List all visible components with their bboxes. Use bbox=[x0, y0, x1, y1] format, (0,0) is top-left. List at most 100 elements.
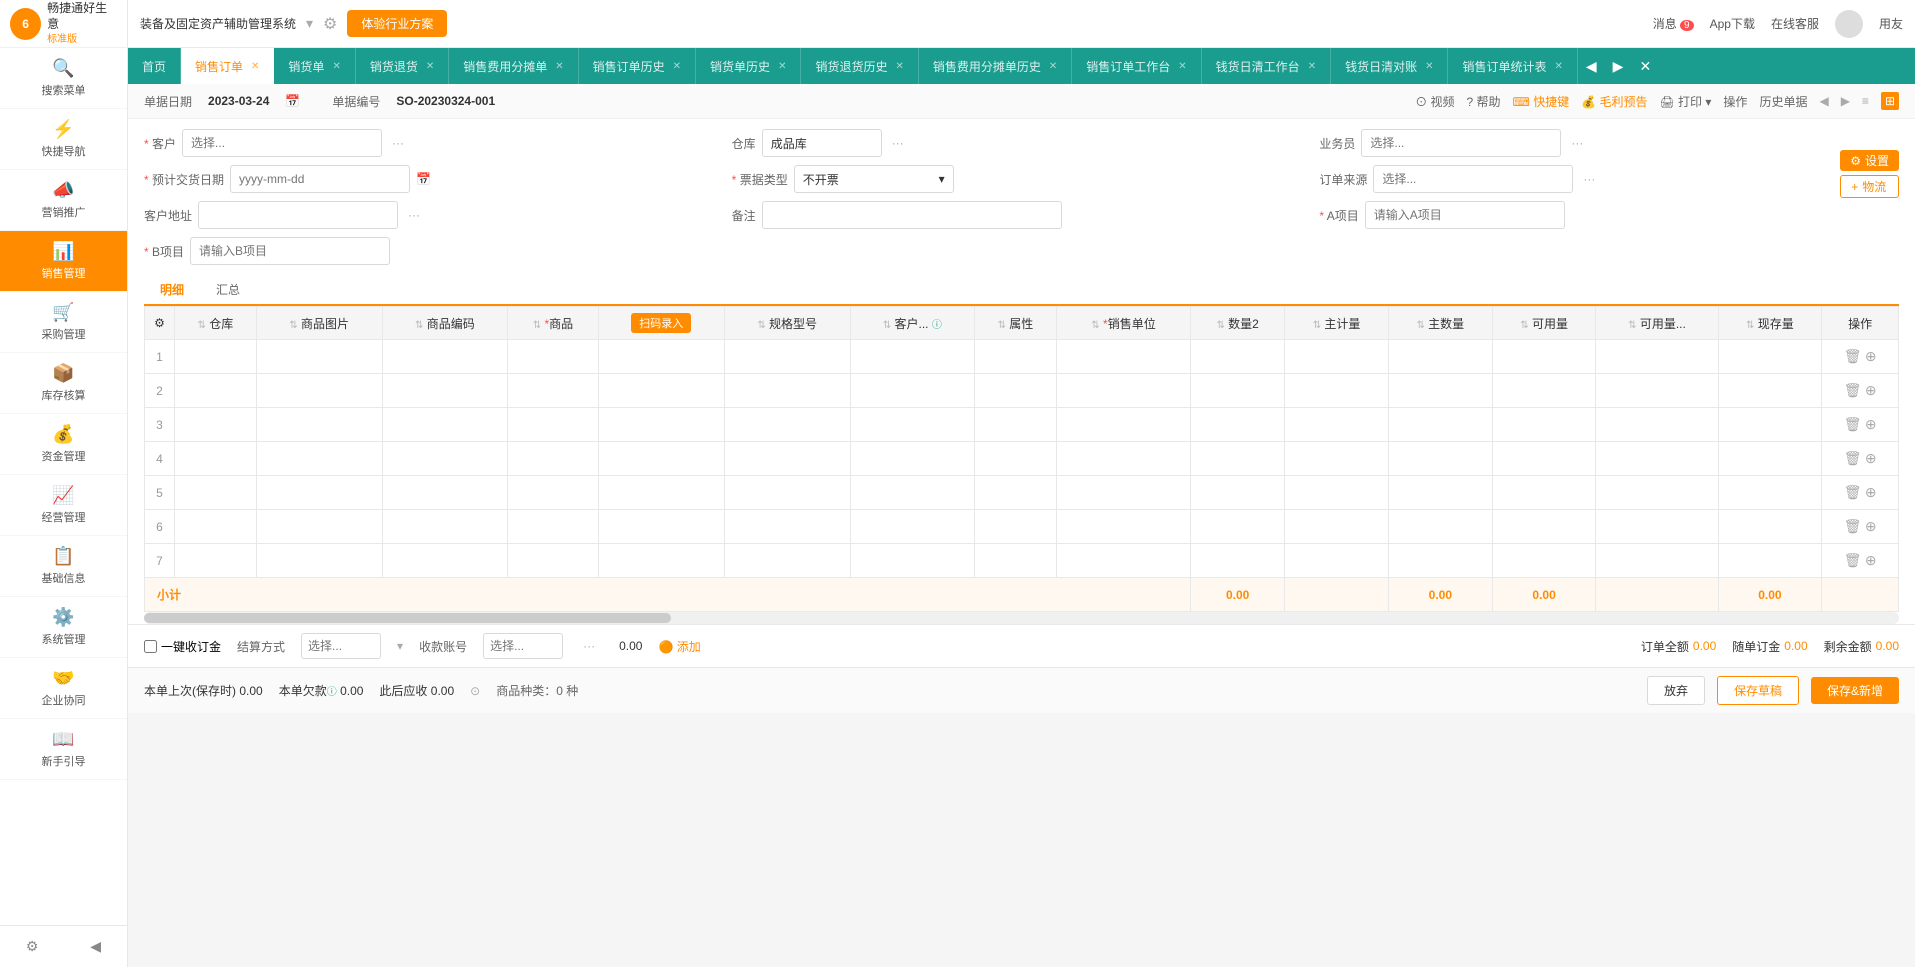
customer-address-more-btn[interactable]: ··· bbox=[408, 208, 420, 222]
row-cell[interactable] bbox=[1285, 476, 1389, 510]
row-cell[interactable] bbox=[975, 442, 1057, 476]
row-copy-icon[interactable]: ⊕ bbox=[1865, 484, 1877, 500]
row-cell[interactable] bbox=[256, 374, 382, 408]
tab-cash-workbench[interactable]: 钱货日清工作台 ✕ bbox=[1202, 48, 1331, 84]
scan-btn[interactable]: 扫码录入 bbox=[631, 313, 691, 333]
row-cell[interactable] bbox=[850, 442, 974, 476]
row-cell[interactable] bbox=[1718, 510, 1822, 544]
invoice-type-select[interactable]: 不开票 ▾ bbox=[794, 165, 954, 193]
tab-close-fee-split[interactable]: ✕ bbox=[555, 61, 563, 72]
warehouse-select[interactable]: 成品库 bbox=[762, 129, 882, 157]
row-cell[interactable] bbox=[1388, 442, 1492, 476]
discard-btn[interactable]: 放弃 bbox=[1647, 676, 1705, 705]
row-cell[interactable] bbox=[1285, 374, 1389, 408]
row-cell[interactable] bbox=[724, 408, 850, 442]
row-cell[interactable] bbox=[508, 442, 598, 476]
row-cell[interactable] bbox=[508, 408, 598, 442]
sidebar-item-purchase[interactable]: 🛒 采购管理 bbox=[0, 292, 127, 353]
sidebar-item-base[interactable]: 📋 基础信息 bbox=[0, 536, 127, 597]
warehouse-more-btn[interactable]: ··· bbox=[892, 136, 904, 150]
row-cell[interactable] bbox=[175, 476, 257, 510]
panel-tab-detail[interactable]: 明细 bbox=[144, 275, 200, 306]
add-goods-btn[interactable]: + 物流 bbox=[1840, 175, 1899, 198]
row-cell[interactable] bbox=[975, 510, 1057, 544]
row-cell[interactable] bbox=[382, 476, 508, 510]
sidebar-item-finance[interactable]: 💰 资金管理 bbox=[0, 414, 127, 475]
arrow-right-btn[interactable]: ▶ bbox=[1841, 94, 1850, 108]
row-cell[interactable] bbox=[382, 374, 508, 408]
tab-close-return[interactable]: ✕ bbox=[426, 61, 434, 72]
row-cell[interactable] bbox=[1718, 408, 1822, 442]
row-cell[interactable] bbox=[508, 544, 598, 578]
topbar-dropdown-icon[interactable]: ▾ bbox=[306, 15, 313, 32]
tab-prev-btn[interactable]: ◀ bbox=[1578, 58, 1605, 75]
row-cell[interactable] bbox=[1492, 374, 1596, 408]
row-copy-icon[interactable]: ⊕ bbox=[1865, 382, 1877, 398]
row-cell[interactable] bbox=[1388, 408, 1492, 442]
row-cell[interactable] bbox=[1492, 510, 1596, 544]
row-delete-icon[interactable]: 🗑 bbox=[1844, 450, 1862, 466]
row-cell[interactable] bbox=[1596, 408, 1718, 442]
profit-btn[interactable]: 💰 毛利预告 bbox=[1581, 93, 1647, 110]
solution-btn[interactable]: 体验行业方案 bbox=[347, 10, 447, 37]
video-btn[interactable]: ⊙ 视频 bbox=[1415, 93, 1454, 110]
sidebar-item-inventory[interactable]: 📦 库存核算 bbox=[0, 353, 127, 414]
row-cell[interactable] bbox=[1191, 510, 1285, 544]
row-cell[interactable] bbox=[1056, 544, 1190, 578]
scrollbar-thumb[interactable] bbox=[144, 613, 671, 623]
row-cell[interactable] bbox=[175, 510, 257, 544]
b-project-input[interactable] bbox=[190, 237, 390, 265]
order-source-more-btn[interactable]: ··· bbox=[1583, 172, 1595, 186]
row-cell[interactable] bbox=[1596, 374, 1718, 408]
row-cell[interactable] bbox=[1718, 442, 1822, 476]
app-download-btn[interactable]: App下载 bbox=[1710, 15, 1755, 32]
row-cell[interactable] bbox=[1388, 340, 1492, 374]
row-cell[interactable] bbox=[975, 374, 1057, 408]
row-cell[interactable] bbox=[1718, 476, 1822, 510]
row-copy-icon[interactable]: ⊕ bbox=[1865, 552, 1877, 568]
row-cell[interactable] bbox=[256, 510, 382, 544]
operation-btn[interactable]: 操作 bbox=[1723, 93, 1747, 110]
tab-close-cash-reconcile[interactable]: ✕ bbox=[1425, 61, 1433, 72]
row-cell[interactable] bbox=[975, 340, 1057, 374]
row-cell[interactable] bbox=[256, 408, 382, 442]
online-service-btn[interactable]: 在线客服 bbox=[1771, 15, 1819, 32]
row-cell[interactable] bbox=[850, 476, 974, 510]
row-cell[interactable] bbox=[382, 544, 508, 578]
row-cell[interactable] bbox=[1191, 476, 1285, 510]
row-cell[interactable] bbox=[1056, 442, 1190, 476]
row-cell[interactable] bbox=[175, 544, 257, 578]
row-cell[interactable] bbox=[975, 544, 1057, 578]
delivery-calendar-icon[interactable]: 📅 bbox=[416, 172, 431, 186]
tab-close-goods-history[interactable]: ✕ bbox=[778, 61, 786, 72]
row-cell[interactable] bbox=[1492, 442, 1596, 476]
row-cell[interactable] bbox=[1056, 340, 1190, 374]
row-cell[interactable] bbox=[382, 340, 508, 374]
row-cell[interactable] bbox=[1191, 544, 1285, 578]
customer-input[interactable] bbox=[182, 129, 382, 157]
row-cell[interactable] bbox=[850, 510, 974, 544]
tab-home[interactable]: 首页 bbox=[128, 48, 181, 84]
row-cell[interactable] bbox=[1596, 544, 1718, 578]
print-btn[interactable]: 🖨 打印 ▾ bbox=[1659, 93, 1711, 110]
sidebar-item-quicknav[interactable]: ⚡ 快捷导航 bbox=[0, 109, 127, 170]
row-copy-icon[interactable]: ⊕ bbox=[1865, 518, 1877, 534]
row-cell[interactable] bbox=[1388, 374, 1492, 408]
a-project-input[interactable] bbox=[1365, 201, 1565, 229]
row-cell[interactable] bbox=[1596, 476, 1718, 510]
row-cell[interactable] bbox=[724, 442, 850, 476]
row-cell[interactable] bbox=[1056, 374, 1190, 408]
sidebar-item-collab[interactable]: 🤝 企业协同 bbox=[0, 658, 127, 719]
row-cell[interactable] bbox=[1191, 374, 1285, 408]
row-cell[interactable] bbox=[1285, 544, 1389, 578]
salesperson-input[interactable] bbox=[1361, 129, 1561, 157]
customer-more-btn[interactable]: ··· bbox=[392, 136, 404, 150]
row-cell[interactable] bbox=[598, 408, 724, 442]
tab-fee-history[interactable]: 销售费用分摊单历史 ✕ bbox=[919, 48, 1072, 84]
calendar-icon[interactable]: 📅 bbox=[285, 94, 300, 108]
row-cell[interactable] bbox=[1285, 510, 1389, 544]
add-btn[interactable]: 🟠 添加 bbox=[658, 638, 700, 655]
help-btn[interactable]: ? 帮助 bbox=[1467, 93, 1501, 110]
row-cell[interactable] bbox=[1285, 340, 1389, 374]
tab-more-btn[interactable]: ✕ bbox=[1631, 58, 1659, 75]
